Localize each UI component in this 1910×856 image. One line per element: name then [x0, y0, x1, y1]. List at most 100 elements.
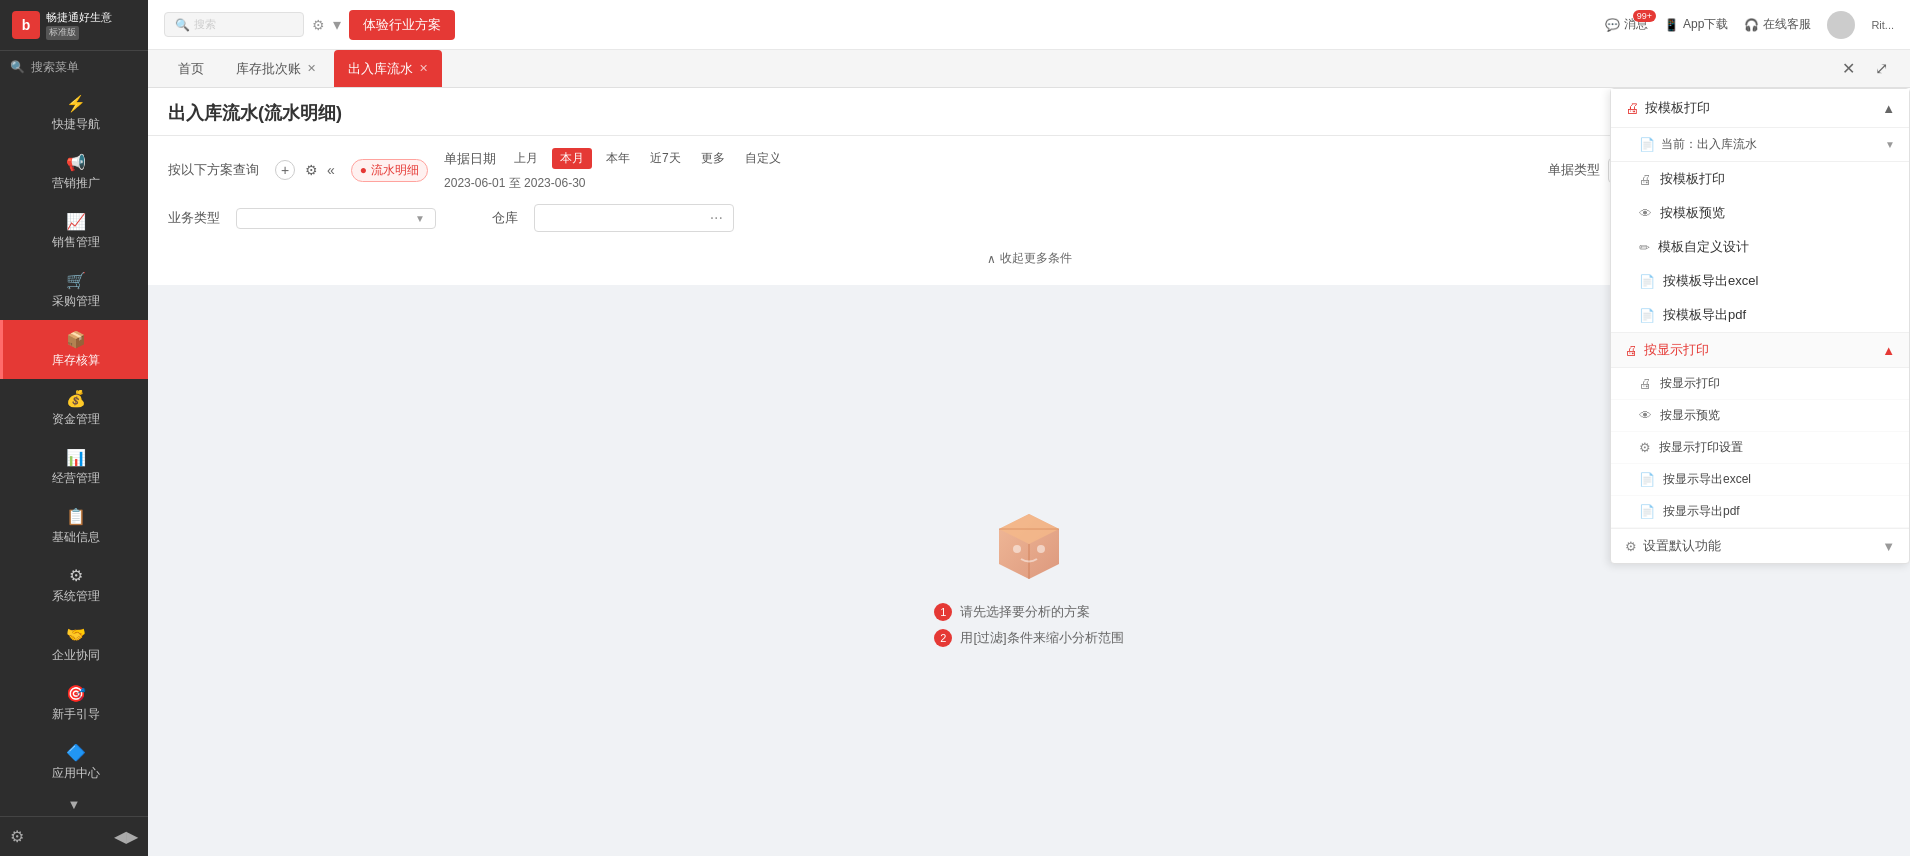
page-title: 出入库流水(流水明细) — [168, 101, 342, 125]
sidebar-item-basic[interactable]: 📋 基础信息 — [0, 497, 148, 556]
online-service-item[interactable]: 🎧 在线客服 — [1744, 16, 1811, 33]
date-tab-7days[interactable]: 近7天 — [644, 148, 687, 169]
panel-collapse-button[interactable]: ▲ — [1882, 101, 1895, 116]
date-label: 单据日期 — [444, 150, 496, 168]
date-filter-group: 单据日期 上月 本月 本年 近7天 更多 自定义 2023-06-01 至 20… — [444, 148, 787, 192]
panel-template-excel-item[interactable]: 📄 按模板导出excel — [1611, 264, 1909, 298]
topbar-search-icon: 🔍 — [175, 18, 190, 32]
empty-svg-icon — [979, 494, 1079, 584]
empty-step-1: 1 请先选择要分析的方案 — [934, 603, 1123, 621]
panel-template-preview-item[interactable]: 👁 按模板预览 — [1611, 196, 1909, 230]
warehouse-more-icon: ··· — [710, 209, 723, 227]
business-type-arrow-icon: ▼ — [415, 213, 425, 224]
warehouse-label: 仓库 — [492, 209, 518, 227]
display-preview-icon: 👁 — [1639, 408, 1652, 423]
display-section-title: 🖨 按显示打印 — [1625, 341, 1709, 359]
user-avatar[interactable] — [1827, 11, 1855, 39]
tab-bar-right: ✕ ⤢ — [1836, 57, 1894, 80]
sidebar-item-purchase[interactable]: 🛒 采购管理 — [0, 261, 148, 320]
marketing-icon: 📢 — [66, 153, 86, 172]
app-icon: 📱 — [1664, 18, 1679, 32]
filter-set-button[interactable]: ⚙ — [301, 160, 321, 180]
business-type-dropdown[interactable]: ▼ — [236, 208, 436, 229]
date-tab-this-year[interactable]: 本年 — [600, 148, 636, 169]
tab-close-all-button[interactable]: ✕ — [1836, 57, 1861, 80]
panel-template-pdf-item[interactable]: 📄 按模板导出pdf — [1611, 298, 1909, 332]
topbar-right: 💬 消息 99+ 📱 App下载 🎧 在线客服 Rit... — [1605, 11, 1894, 39]
svg-point-5 — [1037, 545, 1045, 553]
sidebar-item-system[interactable]: ⚙ 系统管理 — [0, 556, 148, 615]
display-settings-item[interactable]: ⚙ 按显示打印设置 — [1611, 432, 1909, 464]
topbar-gear-icon[interactable]: ⚙ — [312, 17, 325, 33]
template-icon: 📄 — [1639, 137, 1655, 152]
panel-title: 🖨 按模板打印 — [1625, 99, 1710, 117]
topbar: 🔍 搜索 ⚙ ▾ 体验行业方案 💬 消息 99+ 📱 App下载 🎧 在线客服 … — [148, 0, 1910, 50]
display-excel-icon: 📄 — [1639, 472, 1655, 487]
sidebar-scroll-down[interactable]: ▼ — [0, 793, 148, 816]
panel-template-custom-item[interactable]: ✏ 模板自定义设计 — [1611, 230, 1909, 264]
sidebar-item-finance[interactable]: 💰 资金管理 — [0, 379, 148, 438]
tab-home[interactable]: 首页 — [164, 50, 218, 87]
display-excel-item[interactable]: 📄 按显示导出excel — [1611, 464, 1909, 496]
bottom-toggle-icon[interactable]: ◀▶ — [114, 827, 138, 846]
topbar-left: 🔍 搜索 ⚙ ▾ 体验行业方案 — [164, 10, 1595, 40]
warehouse-dropdown[interactable]: ··· — [534, 204, 734, 232]
filter-add-button[interactable]: + — [275, 160, 295, 180]
content-area: 出入库流水(流水明细) 🖨 按模板打印 ▲ | ⬆ 导出 ↻ 刷新 — [148, 88, 1910, 856]
sidebar-item-inventory[interactable]: 📦 库存核算 — [0, 320, 148, 379]
date-tab-last-month[interactable]: 上月 — [508, 148, 544, 169]
logo: b 畅捷通好生意 标准版 — [0, 0, 148, 51]
step-2-num: 2 — [934, 629, 952, 647]
step-1-num: 1 — [934, 603, 952, 621]
tab-expand-button[interactable]: ⤢ — [1869, 57, 1894, 80]
sidebar-item-sales[interactable]: 📈 销售管理 — [0, 202, 148, 261]
app-download-item[interactable]: 📱 App下载 — [1664, 16, 1728, 33]
filter-collapse-button[interactable]: « — [327, 162, 335, 178]
display-settings-icon: ⚙ — [1639, 440, 1651, 455]
bottom-settings-icon[interactable]: ⚙ — [10, 827, 24, 846]
tab-inventory-batch[interactable]: 库存批次账 ✕ — [222, 50, 330, 87]
message-icon: 💬 — [1605, 18, 1620, 32]
topbar-dropdown-icon[interactable]: ▾ — [333, 15, 341, 34]
date-tab-custom[interactable]: 自定义 — [739, 148, 787, 169]
svg-point-4 — [1013, 545, 1021, 553]
empty-illustration — [979, 494, 1079, 587]
service-icon: 🎧 — [1744, 18, 1759, 32]
operations-icon: 📊 — [66, 448, 86, 467]
filter-tag-icon: ● — [360, 163, 367, 177]
display-section-header[interactable]: 🖨 按显示打印 ▲ — [1611, 332, 1909, 368]
sidebar-item-quick-nav[interactable]: ⚡ 快捷导航 — [0, 84, 148, 143]
sidebar-bottom: ⚙ ◀▶ — [0, 816, 148, 856]
panel-footer[interactable]: ⚙ 设置默认功能 ▼ — [1611, 528, 1909, 563]
sidebar-nav: ⚡ 快捷导航 📢 营销推广 📈 销售管理 🛒 采购管理 📦 库存核算 💰 资金管… — [0, 84, 148, 793]
sidebar-item-guide[interactable]: 🎯 新手引导 — [0, 674, 148, 733]
tab-stock-flow[interactable]: 出入库流水 ✕ — [334, 50, 442, 87]
topbar-search[interactable]: 🔍 搜索 — [164, 12, 304, 37]
sidebar-item-enterprise[interactable]: 🤝 企业协同 — [0, 615, 148, 674]
search-menu[interactable]: 🔍 搜索菜单 — [0, 51, 148, 84]
purchase-icon: 🛒 — [66, 271, 86, 290]
scroll-down-icon: ▼ — [68, 797, 81, 812]
display-preview-item[interactable]: 👁 按显示预览 — [1611, 400, 1909, 432]
filter-label: 按以下方案查询 — [168, 161, 259, 179]
app-center-icon: 🔷 — [66, 743, 86, 762]
date-filter-row: 单据日期 上月 本月 本年 近7天 更多 自定义 — [444, 148, 787, 169]
display-print-item[interactable]: 🖨 按显示打印 — [1611, 368, 1909, 400]
sidebar-item-app-center[interactable]: 🔷 应用中心 — [0, 733, 148, 792]
sidebar-item-operations[interactable]: 📊 经营管理 — [0, 438, 148, 497]
date-tab-more[interactable]: 更多 — [695, 148, 731, 169]
current-template-row[interactable]: 📄 当前：出入库流水 ▼ — [1611, 128, 1909, 162]
logo-text: 畅捷通好生意 标准版 — [46, 10, 112, 40]
tab-inventory-batch-close[interactable]: ✕ — [307, 62, 316, 75]
display-section-icon: 🖨 — [1625, 343, 1638, 358]
date-range-text: 2023-06-01 至 2023-06-30 — [444, 175, 787, 192]
tab-stock-flow-close[interactable]: ✕ — [419, 62, 428, 75]
display-pdf-item[interactable]: 📄 按显示导出pdf — [1611, 496, 1909, 528]
main-area: 🔍 搜索 ⚙ ▾ 体验行业方案 💬 消息 99+ 📱 App下载 🎧 在线客服 … — [148, 0, 1910, 856]
panel-template-print-item[interactable]: 🖨 按模板打印 — [1611, 162, 1909, 196]
panel-print-icon: 🖨 — [1625, 100, 1639, 116]
sidebar-item-marketing[interactable]: 📢 营销推广 — [0, 143, 148, 202]
date-tab-this-month[interactable]: 本月 — [552, 148, 592, 169]
message-item[interactable]: 💬 消息 99+ — [1605, 16, 1648, 33]
industry-solution-button[interactable]: 体验行业方案 — [349, 10, 455, 40]
